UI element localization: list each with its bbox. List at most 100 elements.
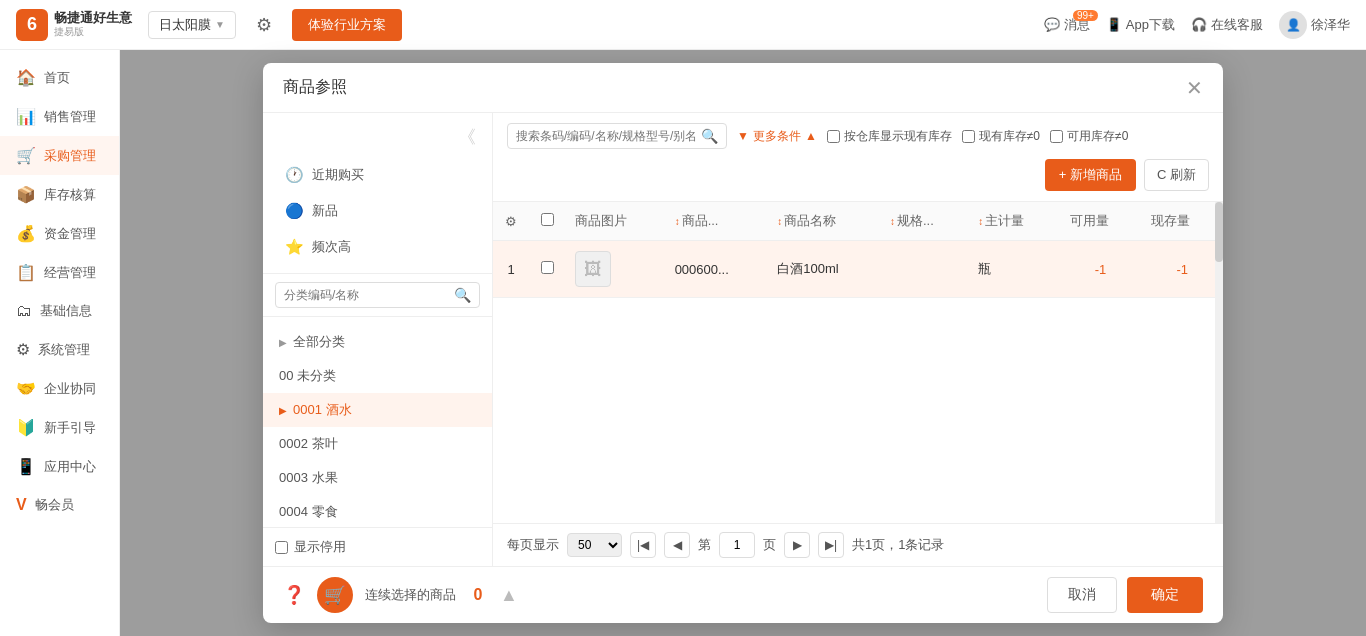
sidebar-label-inventory: 库存核算 [44,186,96,204]
td-checkbox[interactable] [529,241,565,298]
th-available: 可用量 [1060,202,1142,241]
table-row[interactable]: 1 🖼 000600... 白酒100ml [493,241,1223,298]
basic-icon: 🗂 [16,302,32,320]
th-name-label: 商品名称 [784,212,836,230]
td-num: 1 [493,241,529,298]
footer-collapse-icon[interactable]: ▲ [500,585,518,606]
th-checkbox[interactable] [529,202,565,241]
footer-actions: 取消 确定 [1047,577,1203,613]
phone-icon: 📱 [1106,17,1122,32]
home-icon: 🏠 [16,68,36,87]
cancel-button[interactable]: 取消 [1047,577,1117,613]
expand-all-icon: ▶ [279,337,287,348]
th-code-label: 商品... [682,212,719,230]
modal-close-button[interactable]: ✕ [1186,78,1203,98]
cat-all-label: 全部分类 [293,333,345,351]
sidebar-item-member[interactable]: V 畅会员 [0,486,119,524]
current-stock-checkbox[interactable] [962,130,975,143]
available-stock-filter[interactable]: 可用库存≠0 [1050,128,1128,145]
settings-icon[interactable]: ⚙ [248,9,280,41]
prev-page-button[interactable]: ◀ [664,532,690,558]
pagination-area: 每页显示 50 100 200 |◀ ◀ 第 页 ▶ ▶| 共1页，1 [493,523,1223,566]
next-page-button[interactable]: ▶ [784,532,810,558]
nav-right: 💬 消息 99+ 📱 App下载 🎧 在线客服 👤 徐泽华 [1044,11,1350,39]
th-settings[interactable]: ⚙ [493,202,529,241]
sidebar-item-guide[interactable]: 🔰 新手引导 [0,408,119,447]
app-download-btn[interactable]: 📱 App下载 [1106,16,1175,34]
warehouse-stock-checkbox[interactable] [827,130,840,143]
sort-spec-icon: ↕ [890,216,895,227]
store-selector[interactable]: 日太阳膜 ▼ [148,11,236,39]
product-search-input[interactable] [516,129,701,143]
first-page-button[interactable]: |◀ [630,532,656,558]
new-products-item[interactable]: 🔵 新品 [275,195,480,227]
show-disabled-label[interactable]: 显示停用 [294,538,346,556]
footer-select-count: 0 [468,586,488,604]
sidebar-item-business[interactable]: 📋 经营管理 [0,253,119,292]
last-page-button[interactable]: ▶| [818,532,844,558]
collapse-panel-icon[interactable]: 《 [454,123,480,151]
cat-00[interactable]: 00 未分类 [263,359,492,393]
sidebar-item-collab[interactable]: 🤝 企业协同 [0,369,119,408]
add-product-button[interactable]: + 新增商品 [1045,159,1136,191]
user-menu[interactable]: 👤 徐泽华 [1279,11,1350,39]
help-icon[interactable]: ❓ [283,584,305,606]
category-search-input[interactable] [284,288,454,302]
table-scrollbar[interactable] [1215,202,1223,523]
sidebar-item-inventory[interactable]: 📦 库存核算 [0,175,119,214]
expand-0001-icon: ▶ [279,405,287,416]
product-search-icon[interactable]: 🔍 [701,128,718,144]
th-code[interactable]: ↕ 商品... [665,202,768,241]
sidebar-item-basic[interactable]: 🗂 基础信息 [0,292,119,330]
sidebar-item-finance[interactable]: 💰 资金管理 [0,214,119,253]
table-settings-icon[interactable]: ⚙ [505,214,517,229]
cat-0004-label: 0004 零食 [279,503,338,521]
td-unit: 瓶 [968,241,1059,298]
current-stock-filter[interactable]: 现有库存≠0 [962,128,1040,145]
online-service-btn[interactable]: 🎧 在线客服 [1191,16,1263,34]
row-checkbox[interactable] [541,261,554,274]
guide-icon: 🔰 [16,418,36,437]
product-table: ⚙ 商品图片 ↕ 商品... [493,202,1223,298]
brand-text: 畅捷通好生意 捷易版 [54,10,132,40]
sidebar-item-system[interactable]: ⚙ 系统管理 [0,330,119,369]
new-icon: 🔵 [285,202,304,220]
per-page-select[interactable]: 50 100 200 [567,533,622,557]
cart-button[interactable]: 🛒 [317,577,353,613]
sidebar-item-purchase[interactable]: 🛒 采购管理 [0,136,119,175]
notifications-badge: 99+ [1073,10,1098,21]
sidebar-item-sales[interactable]: 📊 销售管理 [0,97,119,136]
th-name[interactable]: ↕ 商品名称 [767,202,880,241]
refresh-button[interactable]: C 刷新 [1144,159,1209,191]
category-search-wrap: 🔍 [275,282,480,308]
available-stock-checkbox[interactable] [1050,130,1063,143]
show-disabled-checkbox[interactable] [275,541,288,554]
more-filters-button[interactable]: ▼ 更多条件 ▲ [737,128,817,145]
notifications-btn[interactable]: 💬 消息 99+ [1044,16,1090,34]
th-unit[interactable]: ↕ 主计量 [968,202,1059,241]
th-stock: 现存量 [1141,202,1223,241]
cat-all[interactable]: ▶ 全部分类 [263,325,492,359]
logo: 6 畅捷通好生意 捷易版 [16,9,136,41]
th-spec[interactable]: ↕ 规格... [880,202,968,241]
recent-purchase-item[interactable]: 🕐 近期购买 [275,159,480,191]
confirm-button[interactable]: 确定 [1127,577,1203,613]
sidebar-item-apps[interactable]: 📱 应用中心 [0,447,119,486]
warehouse-stock-filter[interactable]: 按仓库显示现有库存 [827,128,952,145]
category-search-icon[interactable]: 🔍 [454,287,471,303]
app-download-label: App下载 [1126,16,1175,34]
select-all-checkbox[interactable] [541,213,554,226]
filter-up-icon: ▲ [805,129,817,143]
sidebar-label-guide: 新手引导 [44,419,96,437]
main-action-button[interactable]: 体验行业方案 [292,9,402,41]
cat-0004[interactable]: 0004 零食 [263,495,492,527]
td-name: 白酒100ml [767,241,880,298]
th-unit-label: 主计量 [985,212,1024,230]
store-selector-arrow-icon: ▼ [215,19,225,30]
cat-0002[interactable]: 0002 茶叶 [263,427,492,461]
sidebar-item-home[interactable]: 🏠 首页 [0,58,119,97]
cat-0003[interactable]: 0003 水果 [263,461,492,495]
page-number-input[interactable] [719,532,755,558]
frequent-item[interactable]: ⭐ 频次高 [275,231,480,263]
cat-0001[interactable]: ▶ 0001 酒水 [263,393,492,427]
